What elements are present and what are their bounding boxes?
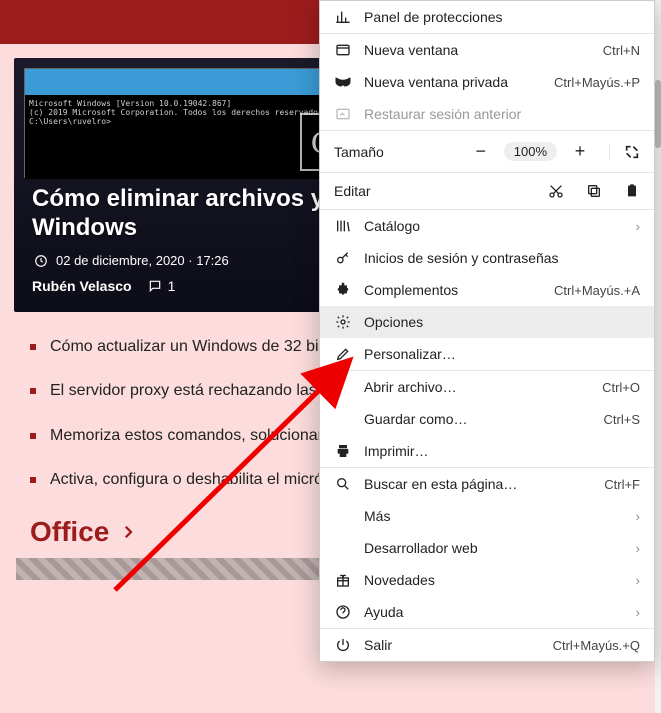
- copy-button[interactable]: [586, 183, 602, 199]
- menu-addons[interactable]: Complementos Ctrl+Mayús.+A: [320, 274, 654, 306]
- scrollbar[interactable]: [655, 0, 661, 713]
- scrollbar-thumb[interactable]: [655, 80, 661, 148]
- clock-icon: [32, 254, 50, 268]
- zoom-out-button[interactable]: −: [472, 141, 490, 162]
- window-icon: [334, 42, 352, 58]
- gear-icon: [334, 314, 352, 330]
- menu-exit[interactable]: Salir Ctrl+Mayús.+Q: [320, 629, 654, 661]
- cut-button[interactable]: [548, 183, 564, 199]
- menu-help[interactable]: Ayuda ›: [320, 596, 654, 628]
- menu-whatsnew[interactable]: Novedades ›: [320, 564, 654, 596]
- chevron-right-icon: ›: [636, 573, 640, 588]
- menu-open-file[interactable]: Abrir archivo… Ctrl+O: [320, 371, 654, 403]
- chevron-right-icon: ›: [636, 605, 640, 620]
- print-icon: [334, 443, 352, 459]
- paint-icon: [334, 346, 352, 362]
- gift-icon: [334, 572, 352, 588]
- menu-logins[interactable]: Inicios de sesión y contraseñas: [320, 242, 654, 274]
- menu-options[interactable]: Opciones: [320, 306, 654, 338]
- menu-webdev[interactable]: Desarrollador web ›: [320, 532, 654, 564]
- menu-restore-session: Restaurar sesión anterior: [320, 98, 654, 130]
- chevron-right-icon: ›: [636, 219, 640, 234]
- menu-zoom-row: Tamaño − 100% +: [320, 131, 654, 172]
- menu-more[interactable]: Más ›: [320, 500, 654, 532]
- restore-icon: [334, 106, 352, 122]
- menu-library[interactable]: Catálogo ›: [320, 210, 654, 242]
- chevron-right-icon: ›: [636, 509, 640, 524]
- menu-customize[interactable]: Personalizar…: [320, 338, 654, 370]
- puzzle-icon: [334, 282, 352, 298]
- menu-edit-row: Editar: [320, 173, 654, 209]
- comment-count[interactable]: 1: [146, 278, 176, 294]
- search-icon: [334, 476, 352, 492]
- article-author: Rubén Velasco: [32, 278, 132, 294]
- mask-icon: [334, 76, 352, 88]
- power-icon: [334, 637, 352, 653]
- browser-menu: Panel de protecciones Nueva ventana Ctrl…: [319, 0, 655, 662]
- menu-save-as[interactable]: Guardar como… Ctrl+S: [320, 403, 654, 435]
- library-icon: [334, 218, 352, 234]
- chevron-right-icon: [119, 523, 137, 541]
- comment-icon: [146, 279, 164, 293]
- chevron-right-icon: ›: [636, 541, 640, 556]
- help-icon: [334, 604, 352, 620]
- menu-print[interactable]: Imprimir…: [320, 435, 654, 467]
- fullscreen-button[interactable]: [609, 144, 640, 160]
- chart-icon: [334, 9, 352, 25]
- zoom-value: 100%: [504, 142, 557, 161]
- key-icon: [334, 250, 352, 266]
- menu-new-window[interactable]: Nueva ventana Ctrl+N: [320, 34, 654, 66]
- menu-new-private[interactable]: Nueva ventana privada Ctrl+Mayús.+P: [320, 66, 654, 98]
- zoom-in-button[interactable]: +: [571, 141, 589, 162]
- menu-find[interactable]: Buscar en esta página… Ctrl+F: [320, 468, 654, 500]
- menu-protections[interactable]: Panel de protecciones: [320, 1, 654, 33]
- paste-button[interactable]: [624, 183, 640, 199]
